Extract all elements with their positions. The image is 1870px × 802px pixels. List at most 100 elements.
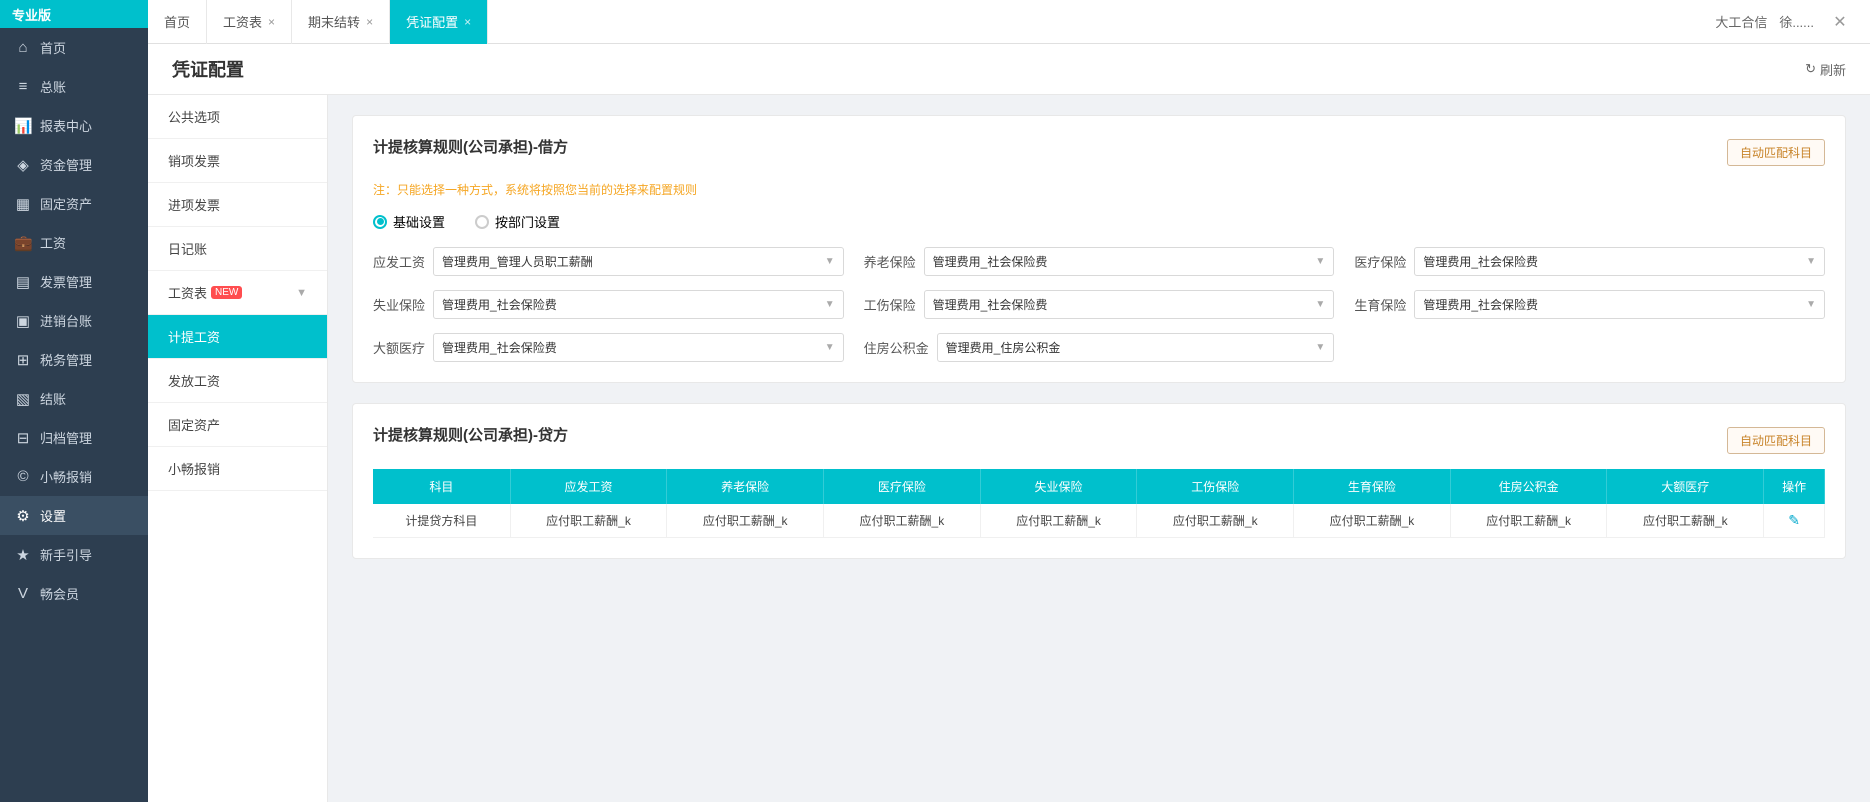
sidebar-item-label: 发票管理 <box>40 272 92 291</box>
sidebar-item-capital[interactable]: ◈ 资金管理 <box>0 145 148 184</box>
tab-voucher-close[interactable]: × <box>464 15 471 29</box>
form-row-injury: 工伤保险 管理费用_社会保险费 ▼ <box>864 290 1335 319</box>
refresh-label: 刷新 <box>1820 60 1846 79</box>
nav-pay-salary[interactable]: 发放工资 <box>148 359 327 403</box>
sidebar-item-invoice[interactable]: ▤ 发票管理 <box>0 262 148 301</box>
sidebar-item-tax[interactable]: ⊞ 税务管理 <box>0 340 148 379</box>
nav-expense-label: 小畅报销 <box>168 459 220 478</box>
section-debit-title: 计提核算规则(公司承担)-借方 <box>373 136 568 157</box>
edit-icon[interactable]: ✎ <box>1788 512 1800 528</box>
nav-pay-salary-label: 发放工资 <box>168 371 220 390</box>
vip-icon: V <box>14 585 32 602</box>
nav-salary-table-label: 工资表 <box>168 283 207 302</box>
select-maternity[interactable]: 管理费用_社会保险费 ▼ <box>1414 290 1825 319</box>
select-unemployment[interactable]: 管理费用_社会保险费 ▼ <box>433 290 844 319</box>
main-area: 首页 工资表 × 期末结转 × 凭证配置 × 大工合信 徐...... ✕ 凭证… <box>148 0 1870 802</box>
th-salary: 应发工资 <box>510 469 667 504</box>
nav-journal[interactable]: 日记账 <box>148 227 327 271</box>
radio-basic[interactable]: 基础设置 <box>373 212 445 231</box>
window-close-button[interactable]: ✕ <box>1826 8 1854 36</box>
sidebar-item-ledger[interactable]: ≡ 总账 <box>0 67 148 106</box>
select-unemployment-text: 管理费用_社会保险费 <box>442 296 821 313</box>
tab-period-close[interactable]: 期末结转 × <box>292 0 390 44</box>
td-pension: 应付职工薪酬_k <box>667 504 824 538</box>
nav-fixed-assets[interactable]: 固定资产 <box>148 403 327 447</box>
select-injury[interactable]: 管理费用_社会保险费 ▼ <box>924 290 1335 319</box>
sidebar-item-label: 报表中心 <box>40 116 92 135</box>
section-debit-header: 计提核算规则(公司承担)-借方 自动匹配科目 <box>373 136 1825 169</box>
sidebar-item-archive[interactable]: ⊟ 归档管理 <box>0 418 148 457</box>
tab-voucher-config[interactable]: 凭证配置 × <box>390 0 488 44</box>
label-pension: 养老保险 <box>864 252 916 271</box>
sidebar-item-close[interactable]: ▧ 结账 <box>0 379 148 418</box>
nav-cancel-invoice[interactable]: 销项发票 <box>148 139 327 183</box>
nav-enter-invoice-label: 进项发票 <box>168 195 220 214</box>
nav-enter-invoice[interactable]: 进项发票 <box>148 183 327 227</box>
tab-period-close-close[interactable]: × <box>366 15 373 29</box>
sidebar-item-vip[interactable]: V 畅会员 <box>0 574 148 613</box>
sidebar-item-assets[interactable]: ▦ 固定资产 <box>0 184 148 223</box>
tab-salary-table[interactable]: 工资表 × <box>207 0 292 44</box>
tab-salary-close[interactable]: × <box>268 15 275 29</box>
td-medical: 应付职工薪酬_k <box>824 504 981 538</box>
th-medical: 医疗保险 <box>824 469 981 504</box>
select-pension[interactable]: 管理费用_社会保险费 ▼ <box>924 247 1335 276</box>
sidebar-item-salary[interactable]: 💼 工资 <box>0 223 148 262</box>
chevron-down-icon: ▼ <box>825 299 835 310</box>
form-row-maternity: 生育保险 管理费用_社会保险费 ▼ <box>1354 290 1825 319</box>
tab-home[interactable]: 首页 <box>148 0 207 44</box>
td-salary: 应付职工薪酬_k <box>510 504 667 538</box>
nav-expense[interactable]: 小畅报销 <box>148 447 327 491</box>
select-housing[interactable]: 管理费用_住房公积金 ▼ <box>937 333 1335 362</box>
th-unemployment: 失业保险 <box>980 469 1137 504</box>
radio-basic-label: 基础设置 <box>393 212 445 231</box>
table-row: 计提贷方科目 应付职工薪酬_k 应付职工薪酬_k 应付职工薪酬_k 应付职工薪酬… <box>373 504 1825 538</box>
radio-dept[interactable]: 按部门设置 <box>475 212 560 231</box>
page-title: 凭证配置 <box>172 56 244 82</box>
ledger-icon: ≡ <box>14 78 32 95</box>
sidebar-item-report[interactable]: 📊 报表中心 <box>0 106 148 145</box>
radio-group: 基础设置 按部门设置 <box>373 212 1825 231</box>
nav-ti-salary[interactable]: 计提工资 <box>148 315 327 359</box>
tab-salary-table-label: 工资表 <box>223 12 262 31</box>
user-info: 大工合信 <box>1715 12 1767 31</box>
chevron-down-icon: ▼ <box>296 287 307 299</box>
content-area: 公共选项 销项发票 进项发票 日记账 工资表 NEW ▼ 计提工资 发放工资 <box>148 95 1870 802</box>
chevron-down-icon: ▼ <box>1806 299 1816 310</box>
settings-icon: ⚙ <box>14 507 32 525</box>
refresh-button[interactable]: ↻ 刷新 <box>1805 60 1846 79</box>
select-salary-text: 管理费用_管理人员职工薪酬 <box>442 253 821 270</box>
sidebar-item-home[interactable]: ⌂ 首页 <box>0 28 148 67</box>
th-maternity: 生育保险 <box>1294 469 1451 504</box>
form-row-housing: 住房公积金 管理费用_住房公积金 ▼ <box>864 333 1335 362</box>
tab-home-label: 首页 <box>164 12 190 31</box>
select-maternity-text: 管理费用_社会保险费 <box>1423 296 1802 313</box>
sidebar-item-label: 首页 <box>40 38 66 57</box>
label-housing: 住房公积金 <box>864 338 929 357</box>
credit-table: 科目 应发工资 养老保险 医疗保险 失业保险 工伤保险 生育保险 住房公积金 大… <box>373 469 1825 538</box>
select-injury-text: 管理费用_社会保险费 <box>933 296 1312 313</box>
auto-match-credit-button[interactable]: 自动匹配科目 <box>1727 427 1825 454</box>
sidebar-item-xiao[interactable]: © 小畅报销 <box>0 457 148 496</box>
auto-match-debit-button[interactable]: 自动匹配科目 <box>1727 139 1825 166</box>
td-unemployment: 应付职工薪酬_k <box>980 504 1137 538</box>
select-major-medical[interactable]: 管理费用_社会保险费 ▼ <box>433 333 844 362</box>
td-action[interactable]: ✎ <box>1764 504 1825 538</box>
nav-cancel-invoice-label: 销项发票 <box>168 151 220 170</box>
nav-salary-table[interactable]: 工资表 NEW ▼ <box>148 271 327 315</box>
select-medical[interactable]: 管理费用_社会保险费 ▼ <box>1414 247 1825 276</box>
user-avatar: 徐...... <box>1779 12 1814 31</box>
label-salary: 应发工资 <box>373 252 425 271</box>
tab-period-close-label: 期末结转 <box>308 12 360 31</box>
sidebar-item-label: 工资 <box>40 233 66 252</box>
section-debit: 计提核算规则(公司承担)-借方 自动匹配科目 注：只能选择一种方式，系统将按照您… <box>352 115 1846 383</box>
label-major-medical: 大额医疗 <box>373 338 425 357</box>
brand-label: 专业版 <box>0 0 148 28</box>
sidebar-item-guide[interactable]: ★ 新手引导 <box>0 535 148 574</box>
sidebar-item-purchase[interactable]: ▣ 进销台账 <box>0 301 148 340</box>
section-credit-header: 计提核算规则(公司承担)-贷方 自动匹配科目 <box>373 424 1825 457</box>
sidebar-item-settings[interactable]: ⚙ 设置 <box>0 496 148 535</box>
select-salary[interactable]: 管理费用_管理人员职工薪酬 ▼ <box>433 247 844 276</box>
nav-public[interactable]: 公共选项 <box>148 95 327 139</box>
form-row-major-medical: 大额医疗 管理费用_社会保险费 ▼ <box>373 333 844 362</box>
